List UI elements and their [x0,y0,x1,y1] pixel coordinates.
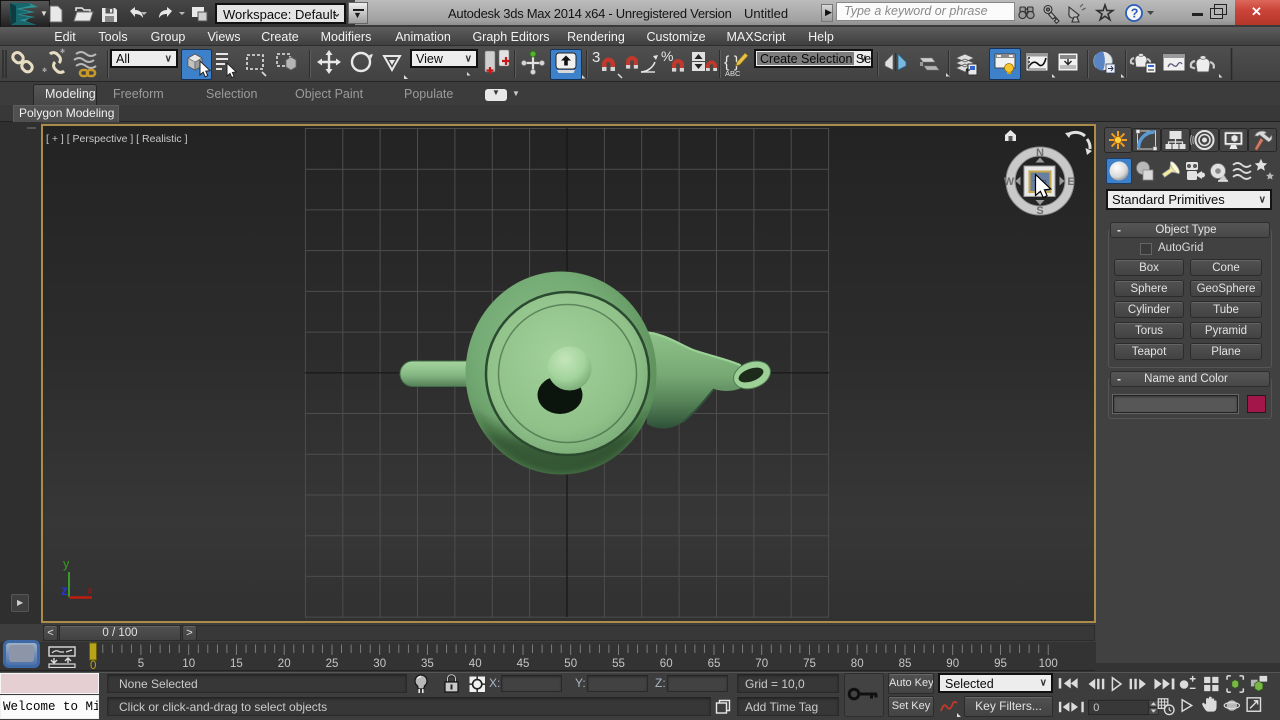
svg-text:90: 90 [946,658,959,670]
svg-text:%: % [661,48,673,64]
svg-text:55: 55 [612,658,625,670]
svg-text:W: W [1004,176,1015,188]
svg-text:50: 50 [564,658,577,670]
svg-text:45: 45 [517,658,530,670]
svg-text:95: 95 [994,658,1007,670]
svg-text:z: z [61,583,68,598]
svg-text:y: y [63,557,70,571]
svg-text:ABC: ABC [725,69,741,78]
svg-text:3: 3 [592,49,600,66]
svg-text:65: 65 [708,658,721,670]
svg-text:✻: ✻ [42,67,47,74]
svg-text:0: 0 [90,660,96,672]
svg-text:75: 75 [803,658,816,670]
svg-text:10: 10 [182,658,195,670]
svg-text:✻: ✻ [60,48,65,55]
svg-text:S: S [1036,205,1043,217]
svg-text:40: 40 [469,658,482,670]
svg-text:85: 85 [899,658,912,670]
svg-text:70: 70 [755,658,768,670]
svg-text:25: 25 [326,658,339,670]
svg-text:0: 0 [1093,702,1099,714]
svg-text:80: 80 [851,658,864,670]
svg-text:60: 60 [660,658,673,670]
svg-text:35: 35 [421,658,434,670]
svg-text:30: 30 [373,658,386,670]
svg-text:N: N [1036,147,1044,159]
svg-text:15: 15 [230,658,243,670]
svg-text:20: 20 [278,658,291,670]
svg-text:5: 5 [138,658,144,670]
svg-text:x: x [87,585,93,597]
svg-text:?: ? [1131,7,1139,21]
svg-text:E: E [1067,176,1074,188]
svg-text:100: 100 [1039,658,1058,670]
